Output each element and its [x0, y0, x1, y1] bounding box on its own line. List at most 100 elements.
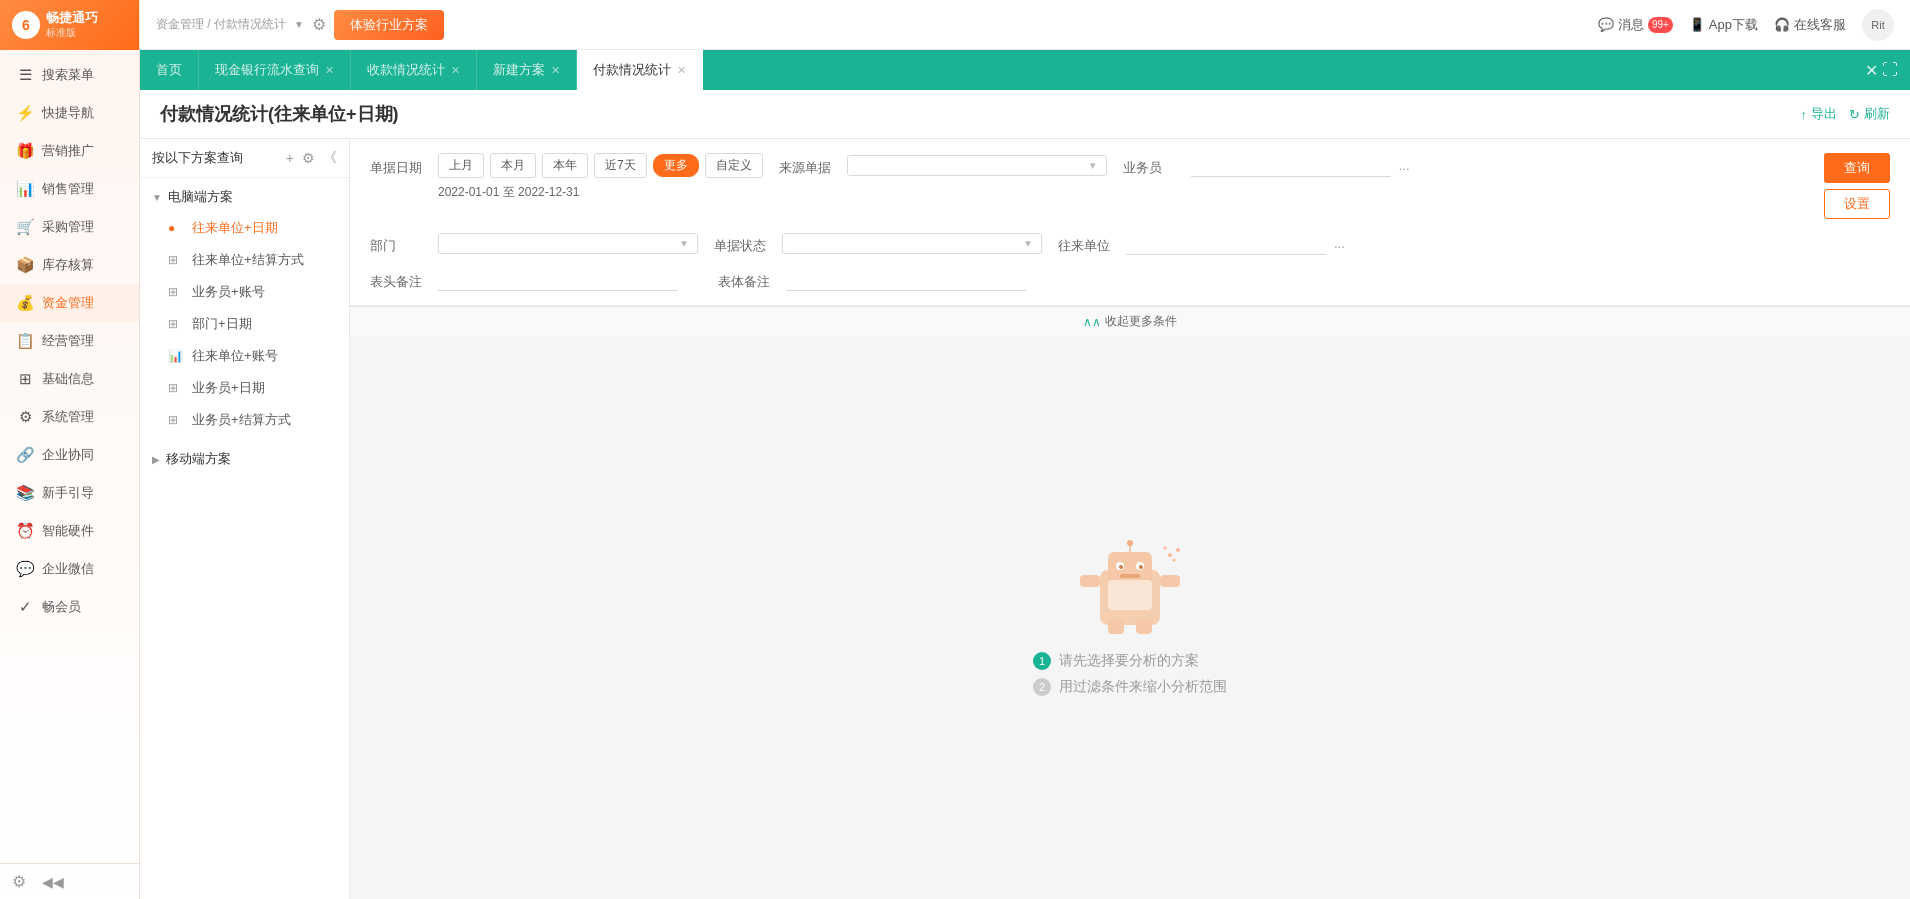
sidebar-item-hardware[interactable]: ⏰ 智能硬件 [0, 512, 139, 550]
app-download-group[interactable]: 📱 App下载 [1689, 16, 1758, 34]
export-button[interactable]: ↑ 导出 [1801, 105, 1838, 123]
panel-collapse-icon[interactable]: 《 [323, 149, 337, 167]
sidebar-item-operation[interactable]: 📋 经营管理 [0, 322, 139, 360]
refresh-icon: ↻ [1849, 107, 1860, 122]
scheme-item-icon: ⊞ [168, 413, 184, 427]
staff-ellipsis-icon[interactable]: ... [1399, 158, 1410, 173]
unit-ellipsis-icon[interactable]: ... [1334, 236, 1345, 251]
sidebar-item-label: 系统管理 [42, 408, 94, 426]
panel-add-icon[interactable]: + [286, 150, 294, 166]
sidebar-item-label: 快捷导航 [42, 104, 94, 122]
chevron-down-icon: ▼ [294, 19, 304, 30]
sidebar-item-capital[interactable]: 💰 资金管理 [0, 284, 139, 322]
dept-select[interactable]: ▼ [438, 233, 698, 254]
filter-settings-button[interactable]: 设置 [1824, 189, 1890, 219]
scheme-item-unit-date[interactable]: ● 往来单位+日期 [140, 212, 349, 244]
filter-action-buttons: 查询 设置 [1808, 153, 1890, 219]
svg-rect-13 [1108, 580, 1152, 610]
topbar: 资金管理 / 付款情况统计 ▼ ⚙ 体验行业方案 💬 消息 99+ 📱 App下… [140, 0, 1910, 50]
date-btn-this-month[interactable]: 本月 [490, 153, 536, 178]
topbar-gear-icon[interactable]: ⚙ [312, 15, 326, 34]
date-btn-last-month[interactable]: 上月 [438, 153, 484, 178]
tab-payment[interactable]: 付款情况统计 ✕ [577, 50, 703, 90]
svg-point-15 [1176, 548, 1180, 552]
tab-bank[interactable]: 现金银行流水查询 ✕ [199, 50, 351, 90]
sidebar-item-guide[interactable]: 📚 新手引导 [0, 474, 139, 512]
main-area: 资金管理 / 付款情况统计 ▼ ⚙ 体验行业方案 💬 消息 99+ 📱 App下… [140, 0, 1910, 899]
panel-settings-icon[interactable]: ⚙ [302, 150, 315, 166]
date-btn-this-year[interactable]: 本年 [542, 153, 588, 178]
step-num-1: 1 [1033, 652, 1051, 670]
page-header: 付款情况统计(往来单位+日期) ↑ 导出 ↻ 刷新 [140, 90, 1910, 139]
voucher-status-select[interactable]: ▼ [782, 233, 1042, 254]
sidebar-item-system[interactable]: ⚙ 系统管理 [0, 398, 139, 436]
tab-receive-close[interactable]: ✕ [451, 64, 460, 77]
body-layout: 按以下方案查询 + ⚙ 《 ▼ 电脑端方案 ● 往来单位+日期 [140, 139, 1910, 899]
sidebar-item-member[interactable]: ✓ 畅会员 [0, 588, 139, 626]
try-button[interactable]: 体验行业方案 [334, 10, 444, 40]
sidebar-item-label: 搜索菜单 [42, 66, 94, 84]
tab-receive[interactable]: 收款情况统计 ✕ [351, 50, 477, 90]
source-label: 来源单据 [779, 153, 839, 177]
wechat-icon: 💬 [16, 560, 34, 578]
sidebar-item-sales[interactable]: 📊 销售管理 [0, 170, 139, 208]
sidebar-item-quick-nav[interactable]: ⚡ 快捷导航 [0, 94, 139, 132]
footer-collapse-icon[interactable]: ◀◀ [42, 874, 64, 890]
tab-new-plan[interactable]: 新建方案 ✕ [477, 50, 577, 90]
staff-input[interactable] [1191, 153, 1391, 177]
sidebar-item-search-menu[interactable]: ☰ 搜索菜单 [0, 56, 139, 94]
sidebar-item-inventory[interactable]: 📦 库存核算 [0, 246, 139, 284]
collapse-conditions-button[interactable]: ∧∧ 收起更多条件 [350, 306, 1910, 336]
date-btn-more[interactable]: 更多 [653, 154, 699, 177]
tab-maximize-icon[interactable]: ⛶ [1882, 61, 1898, 79]
date-btn-custom[interactable]: 自定义 [705, 153, 763, 178]
online-service-group[interactable]: 🎧 在线客服 [1774, 16, 1846, 34]
message-badge: 99+ [1648, 17, 1673, 33]
data-area: 1 请先选择要分析的方案 2 用过滤条件来缩小分析范围 [350, 336, 1910, 899]
unit-input[interactable] [1126, 231, 1326, 255]
sidebar-item-marketing[interactable]: 🎁 营销推广 [0, 132, 139, 170]
svg-rect-11 [1108, 620, 1124, 634]
sidebar-item-purchase[interactable]: 🛒 采购管理 [0, 208, 139, 246]
tab-home-label: 首页 [156, 61, 182, 79]
svg-point-16 [1173, 558, 1176, 561]
scheme-item-chart-icon: 📊 [168, 349, 184, 363]
scheme-item-dept-date[interactable]: ⊞ 部门+日期 [140, 308, 349, 340]
scheme-item-unit-settle[interactable]: ⊞ 往来单位+结算方式 [140, 244, 349, 276]
svg-point-5 [1139, 565, 1143, 569]
voucher-status-label: 单据状态 [714, 231, 774, 255]
footer-settings-icon[interactable]: ⚙ [12, 872, 26, 891]
scheme-item-unit-account[interactable]: 📊 往来单位+账号 [140, 340, 349, 372]
header-note-input[interactable] [438, 267, 678, 291]
page-title: 付款情况统计(往来单位+日期) [160, 102, 399, 126]
user-avatar[interactable]: Rit [1862, 9, 1894, 41]
sidebar-item-basic[interactable]: ⊞ 基础信息 [0, 360, 139, 398]
tab-payment-label: 付款情况统计 [593, 61, 671, 79]
date-label: 单据日期 [370, 153, 430, 177]
scheme-item-staff-account[interactable]: ⊞ 业务员+账号 [140, 276, 349, 308]
sidebar-item-wechat[interactable]: 💬 企业微信 [0, 550, 139, 588]
source-select[interactable]: ▼ [847, 155, 1107, 176]
app-download-label: App下载 [1709, 16, 1758, 34]
message-group[interactable]: 💬 消息 99+ [1598, 16, 1673, 34]
sidebar-item-enterprise[interactable]: 🔗 企业协同 [0, 436, 139, 474]
body-note-input[interactable] [786, 267, 1026, 291]
sidebar-item-label: 经营管理 [42, 332, 94, 350]
basic-icon: ⊞ [16, 370, 34, 388]
sidebar-item-label: 基础信息 [42, 370, 94, 388]
scheme-item-staff-settle[interactable]: ⊞ 业务员+结算方式 [140, 404, 349, 436]
mobile-section-header[interactable]: ▶ 移动端方案 [140, 444, 349, 474]
tab-new-plan-label: 新建方案 [493, 61, 545, 79]
date-btn-last-7days[interactable]: 近7天 [594, 153, 647, 178]
desktop-section-header[interactable]: ▼ 电脑端方案 [140, 182, 349, 212]
tip1-text: 请先选择要分析的方案 [1059, 652, 1199, 670]
tab-new-plan-close[interactable]: ✕ [551, 64, 560, 77]
tab-bank-close[interactable]: ✕ [325, 64, 334, 77]
sidebar-nav: ☰ 搜索菜单 ⚡ 快捷导航 🎁 营销推广 📊 销售管理 🛒 采购管理 📦 库存核… [0, 50, 139, 863]
tab-payment-close[interactable]: ✕ [677, 64, 686, 77]
tab-home[interactable]: 首页 [140, 50, 199, 90]
query-button[interactable]: 查询 [1824, 153, 1890, 183]
tab-close-all-icon[interactable]: ✕ [1865, 61, 1878, 80]
scheme-item-staff-date[interactable]: ⊞ 业务员+日期 [140, 372, 349, 404]
refresh-button[interactable]: ↻ 刷新 [1849, 105, 1890, 123]
